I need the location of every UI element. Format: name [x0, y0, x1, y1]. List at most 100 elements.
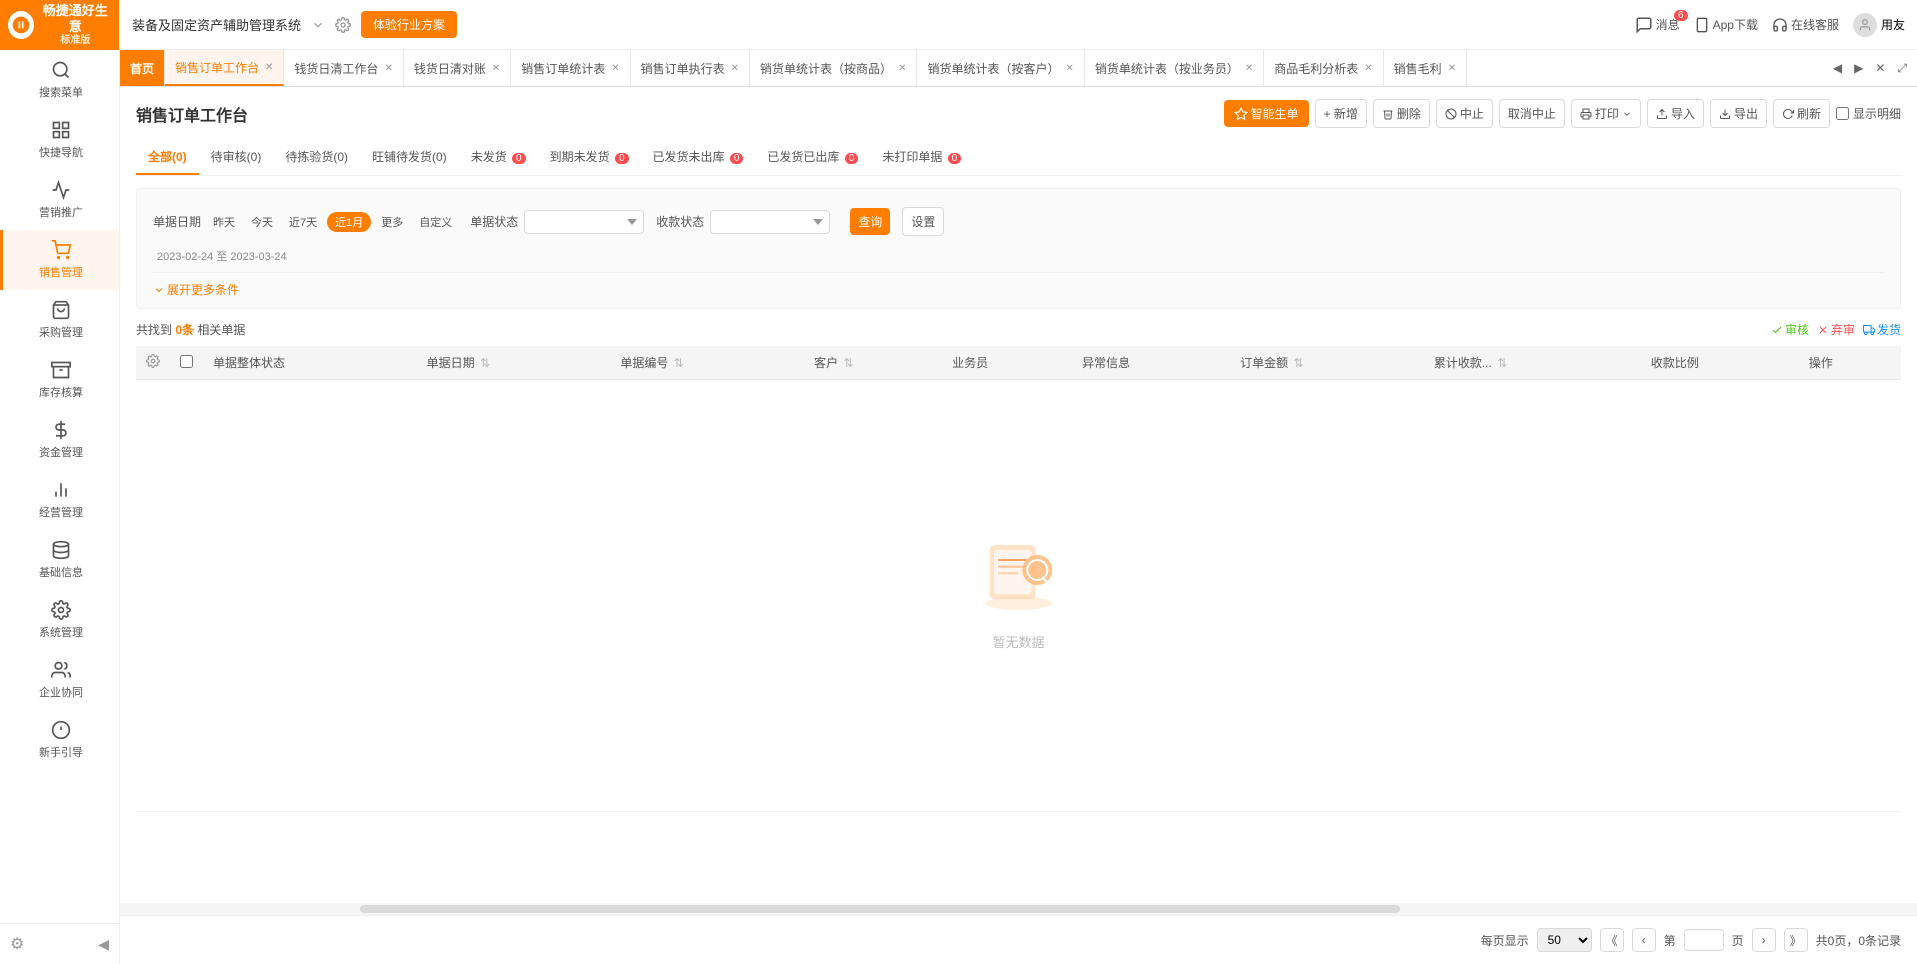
- horizontal-scrollbar[interactable]: [120, 903, 1917, 915]
- tab-sales-stat-customer[interactable]: 销货单统计表（按客户） ✕: [917, 50, 1084, 86]
- date-btn-7days[interactable]: 近7天: [283, 212, 323, 232]
- sidebar-item-basic-info[interactable]: 基础信息: [0, 530, 119, 590]
- select-all-checkbox[interactable]: [180, 355, 193, 368]
- system-dropdown-icon[interactable]: [311, 18, 325, 32]
- collected-sort-icon[interactable]: ⇅: [1497, 356, 1507, 370]
- page-number-input[interactable]: 1: [1684, 929, 1724, 951]
- tab-product-margin[interactable]: 商品毛利分析表 ✕: [1264, 50, 1383, 86]
- tab-sales-order-stat[interactable]: 销售订单统计表 ✕: [511, 50, 630, 86]
- solution-button[interactable]: 体验行业方案: [361, 11, 457, 38]
- online-service-item[interactable]: 在线客服: [1772, 16, 1839, 33]
- sub-tab-wangpu[interactable]: 旺铺待发货(0): [360, 140, 459, 175]
- cancel-audit-btn[interactable]: 弃审: [1817, 321, 1855, 338]
- status-select[interactable]: [524, 210, 644, 234]
- page-size-select[interactable]: 50 100 200: [1537, 928, 1592, 952]
- sidebar-item-search[interactable]: 搜索菜单: [0, 50, 119, 110]
- col-amount[interactable]: 订单金额 ⇅: [1230, 346, 1424, 380]
- sidebar-item-finance[interactable]: 资金管理: [0, 410, 119, 470]
- query-button[interactable]: 查询: [850, 208, 890, 235]
- payment-select[interactable]: [710, 210, 830, 234]
- tab-prev-arrow[interactable]: ◀: [1829, 59, 1846, 77]
- col-date[interactable]: 单据日期 ⇅: [417, 346, 611, 380]
- tab-expand-icon[interactable]: ⤢: [1893, 59, 1911, 78]
- print-dropdown-icon[interactable]: [1622, 109, 1632, 119]
- date-btn-more[interactable]: 更多: [375, 212, 409, 232]
- tab-close-sales-gross[interactable]: ✕: [1448, 63, 1456, 74]
- settings-icon[interactable]: [335, 17, 351, 33]
- tab-close-sales-order-exec[interactable]: ✕: [731, 63, 739, 74]
- tab-sales-stat-product[interactable]: 销货单统计表（按商品） ✕: [750, 50, 917, 86]
- next-page-btn[interactable]: ›: [1752, 928, 1776, 952]
- message-icon-item[interactable]: 6 消息: [1635, 16, 1680, 34]
- tab-close-product-margin[interactable]: ✕: [1364, 63, 1372, 74]
- add-button[interactable]: + 新增: [1315, 99, 1367, 128]
- tab-close-sales-stat-customer[interactable]: ✕: [1065, 63, 1073, 74]
- delete-button[interactable]: 删除: [1373, 99, 1430, 128]
- tab-cash-goods-account[interactable]: 钱货日清对账 ✕: [404, 50, 511, 86]
- import-button[interactable]: 导入: [1647, 99, 1704, 128]
- smart-create-button[interactable]: 智能生单: [1224, 100, 1309, 127]
- tab-sales-stat-staff[interactable]: 销货单统计表（按业务员） ✕: [1085, 50, 1264, 86]
- sidebar-settings-icon[interactable]: ⚙: [10, 934, 24, 954]
- sub-tab-pending-inspection[interactable]: 待拣验货(0): [273, 140, 360, 175]
- sub-tab-expired-not-shipped[interactable]: 到期未发货 0: [538, 140, 641, 175]
- prev-page-btn[interactable]: ‹: [1632, 928, 1656, 952]
- last-page-btn[interactable]: 》: [1784, 928, 1808, 952]
- date-btn-today[interactable]: 今天: [245, 212, 279, 232]
- sub-tab-not-printed[interactable]: 未打印单据 0: [870, 140, 973, 175]
- sub-tab-shipped-not-out[interactable]: 已发货未出库 0: [641, 140, 756, 175]
- date-btn-1month[interactable]: 近1月: [327, 212, 371, 232]
- number-sort-icon[interactable]: ⇅: [674, 356, 684, 370]
- sidebar-item-inventory[interactable]: 库存核算: [0, 350, 119, 410]
- sidebar-collapse-icon[interactable]: ◀: [98, 936, 109, 953]
- date-sort-icon[interactable]: ⇅: [480, 356, 490, 370]
- expand-more-btn[interactable]: 展开更多条件: [153, 281, 1884, 298]
- sidebar-item-operations[interactable]: 经营管理: [0, 470, 119, 530]
- sub-tab-pending-review[interactable]: 待审核(0): [199, 140, 274, 175]
- deliver-btn[interactable]: 发货: [1863, 321, 1901, 338]
- sidebar-item-guide[interactable]: 新手引导: [0, 710, 119, 770]
- date-btn-yesterday[interactable]: 昨天: [207, 212, 241, 232]
- tab-sales-gross[interactable]: 销售毛利 ✕: [1384, 50, 1467, 86]
- refresh-button[interactable]: 刷新: [1773, 99, 1830, 128]
- tab-home[interactable]: 首页: [120, 50, 165, 86]
- col-settings[interactable]: [136, 346, 170, 380]
- tab-close-sales-stat-staff[interactable]: ✕: [1245, 63, 1253, 74]
- sub-tab-shipped-out[interactable]: 已发货已出库 0: [755, 140, 870, 175]
- col-number[interactable]: 单据编号 ⇅: [610, 346, 804, 380]
- scrollbar-thumb[interactable]: [360, 905, 1400, 913]
- col-checkbox[interactable]: [170, 346, 203, 380]
- user-menu[interactable]: 用友: [1853, 13, 1905, 37]
- export-button[interactable]: 导出: [1710, 99, 1767, 128]
- sidebar-item-purchase[interactable]: 采购管理: [0, 290, 119, 350]
- sub-tab-all[interactable]: 全部(0): [136, 140, 199, 175]
- tab-sales-order-exec[interactable]: 销售订单执行表 ✕: [631, 50, 750, 86]
- tab-close-cash-daily-clear[interactable]: ✕: [384, 63, 392, 74]
- first-page-btn[interactable]: 《: [1600, 928, 1624, 952]
- tab-cash-daily-clear[interactable]: 钱货日清工作台 ✕: [284, 50, 403, 86]
- tab-close-sales-order-desk[interactable]: ✕: [265, 62, 273, 73]
- col-collected[interactable]: 累计收款... ⇅: [1424, 346, 1641, 380]
- audit-btn[interactable]: 审核: [1771, 321, 1809, 338]
- col-customer[interactable]: 客户 ⇅: [804, 346, 942, 380]
- stop-button[interactable]: 中止: [1436, 99, 1493, 128]
- customer-sort-icon[interactable]: ⇅: [843, 356, 853, 370]
- tab-sales-order-desk[interactable]: 销售订单工作台 ✕: [165, 50, 284, 86]
- tab-close-all[interactable]: ✕: [1871, 59, 1889, 77]
- sidebar-item-marketing[interactable]: 营销推广: [0, 170, 119, 230]
- amount-sort-icon[interactable]: ⇅: [1293, 356, 1303, 370]
- date-btn-custom[interactable]: 自定义: [413, 212, 458, 232]
- app-download-item[interactable]: App下载: [1694, 16, 1758, 33]
- sidebar-item-enterprise[interactable]: 企业协同: [0, 650, 119, 710]
- sidebar-item-system[interactable]: 系统管理: [0, 590, 119, 650]
- tab-close-sales-stat-product[interactable]: ✕: [898, 63, 906, 74]
- tab-next-arrow[interactable]: ▶: [1850, 59, 1867, 77]
- tab-close-cash-goods-account[interactable]: ✕: [492, 63, 500, 74]
- tab-close-sales-order-stat[interactable]: ✕: [611, 63, 619, 74]
- show-detail-checkbox[interactable]: [1836, 107, 1849, 120]
- cancel-stop-button[interactable]: 取消中止: [1499, 99, 1565, 128]
- print-button[interactable]: 打印: [1571, 99, 1641, 128]
- settings-button[interactable]: 设置: [902, 207, 944, 236]
- sidebar-item-sales[interactable]: 销售管理: [0, 230, 119, 290]
- show-detail-label[interactable]: 显示明细: [1836, 105, 1901, 122]
